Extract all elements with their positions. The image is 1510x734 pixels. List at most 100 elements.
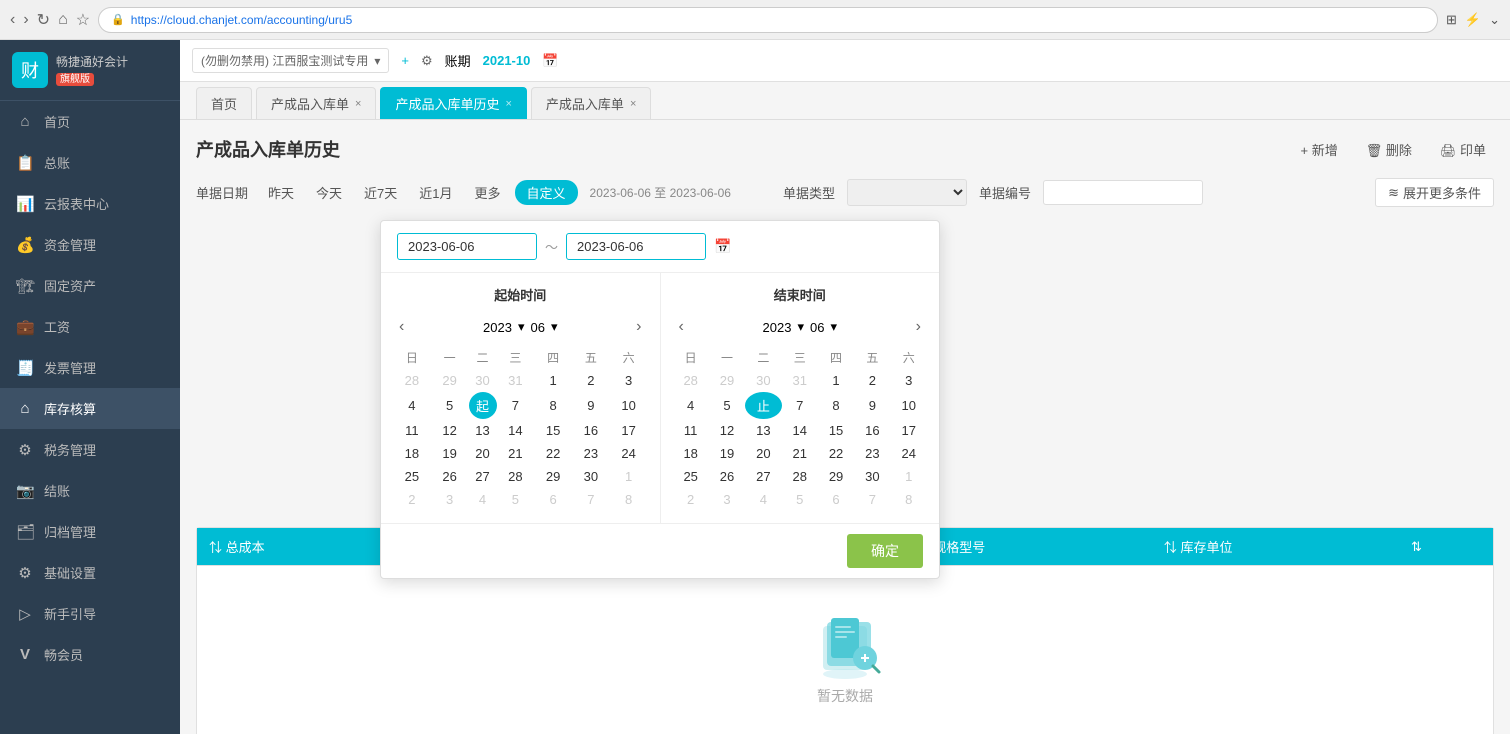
end-next-btn[interactable]: ›	[910, 316, 927, 338]
print-button[interactable]: 🖨 印单	[1432, 136, 1494, 163]
yesterday-btn[interactable]: 昨天	[260, 180, 302, 205]
calendar-icon[interactable]: 📅	[542, 53, 558, 69]
calendar-cell[interactable]: 2	[673, 488, 709, 511]
star-button[interactable]: ☆	[76, 10, 90, 30]
calendar-cell[interactable]: 23	[572, 442, 610, 465]
calendar-cell[interactable]: 29	[709, 369, 745, 392]
calendar-cell[interactable]: 21	[497, 442, 535, 465]
calendar-cell[interactable]: 8	[610, 488, 648, 511]
calendar-cell[interactable]: 6	[818, 488, 854, 511]
calendar-cell[interactable]: 2	[393, 488, 431, 511]
calendar-cell[interactable]: 12	[431, 419, 469, 442]
calendar-cell[interactable]: 23	[854, 442, 890, 465]
extensions-icon[interactable]: ⊞	[1446, 12, 1457, 28]
sidebar-item-member[interactable]: V 畅会员	[0, 634, 180, 675]
calendar-cell[interactable]: 4	[673, 392, 709, 419]
calendar-cell[interactable]: 28	[497, 465, 535, 488]
calendar-cell[interactable]: 31	[497, 369, 535, 392]
settings-gear-icon[interactable]: ⚙	[421, 53, 433, 69]
calendar-cell[interactable]: 20	[745, 442, 781, 465]
sidebar-item-inventory[interactable]: ⌂ 库存核算	[0, 388, 180, 429]
calendar-cell[interactable]: 28	[673, 369, 709, 392]
today-btn[interactable]: 今天	[308, 180, 350, 205]
tab-inbound1-close[interactable]: ×	[355, 98, 361, 110]
calendar-cell[interactable]: 25	[393, 465, 431, 488]
confirm-button[interactable]: 确定	[847, 534, 923, 568]
calendar-cell[interactable]: 3	[891, 369, 927, 392]
calendar-cell[interactable]: 1	[610, 465, 648, 488]
type-select[interactable]	[847, 179, 967, 206]
sidebar-item-ledger[interactable]: 📋 总账	[0, 142, 180, 183]
calendar-cell[interactable]: 30	[572, 465, 610, 488]
calendar-cell[interactable]: 4	[393, 392, 431, 419]
calendar-cell[interactable]: 27	[469, 465, 497, 488]
custom-btn[interactable]: 自定义	[515, 180, 578, 205]
tab-inbound1[interactable]: 产成品入库单 ×	[256, 87, 376, 119]
calendar-cell[interactable]: 1	[891, 465, 927, 488]
calendar-cell[interactable]: 9	[854, 392, 890, 419]
delete-button[interactable]: 🗑 删除	[1358, 136, 1420, 163]
sidebar-item-guide[interactable]: ▷ 新手引导	[0, 593, 180, 634]
calendar-cell[interactable]: 13	[745, 419, 781, 442]
calendar-cell[interactable]: 11	[393, 419, 431, 442]
col-total-cost[interactable]: ⇅ 总成本	[197, 528, 411, 566]
calendar-cell[interactable]: 10	[891, 392, 927, 419]
calendar-cell[interactable]: 30	[745, 369, 781, 392]
refresh-button[interactable]: ↻	[37, 10, 50, 30]
calendar-cell[interactable]: 22	[534, 442, 572, 465]
calendar-cell[interactable]: 8	[818, 392, 854, 419]
calendar-cell[interactable]: 6	[534, 488, 572, 511]
calendar-cell[interactable]: 5	[431, 392, 469, 419]
start-date-input[interactable]: 2023-06-06	[397, 233, 537, 260]
calendar-cell[interactable]: 18	[673, 442, 709, 465]
calendar-cell[interactable]: 10	[610, 392, 648, 419]
calendar-cell[interactable]: 19	[709, 442, 745, 465]
sidebar-item-tax[interactable]: ⚙ 税务管理	[0, 429, 180, 470]
tab-inbound2-close[interactable]: ×	[630, 98, 636, 110]
calendar-cell[interactable]: 29	[534, 465, 572, 488]
start-next-btn[interactable]: ›	[630, 316, 647, 338]
calendar-cell[interactable]: 20	[469, 442, 497, 465]
calendar-cell[interactable]: 2	[572, 369, 610, 392]
week-btn[interactable]: 近7天	[356, 180, 405, 205]
end-date-input[interactable]: 2023-06-06	[566, 233, 706, 260]
calendar-cell[interactable]: 26	[709, 465, 745, 488]
calendar-cell[interactable]: 27	[745, 465, 781, 488]
calendar-cell[interactable]: 17	[610, 419, 648, 442]
calendar-cell[interactable]: 24	[891, 442, 927, 465]
calendar-cell[interactable]: 1	[534, 369, 572, 392]
sidebar-item-reports[interactable]: 📊 云报表中心	[0, 183, 180, 224]
sidebar-item-close[interactable]: 📷 结账	[0, 470, 180, 511]
calendar-cell[interactable]: 16	[854, 419, 890, 442]
calendar-cell[interactable]: 12	[709, 419, 745, 442]
tab-history-close[interactable]: ×	[505, 98, 511, 110]
calendar-cell[interactable]: 30	[854, 465, 890, 488]
home-button[interactable]: ⌂	[58, 11, 68, 29]
tab-inbound2[interactable]: 产成品入库单 ×	[531, 87, 651, 119]
sidebar-item-home[interactable]: ⌂ 首页	[0, 101, 180, 142]
calendar-cell[interactable]: 16	[572, 419, 610, 442]
calendar-cell[interactable]: 3	[610, 369, 648, 392]
sidebar-item-funds[interactable]: 💰 资金管理	[0, 224, 180, 265]
calendar-cell[interactable]: 29	[818, 465, 854, 488]
calendar-cell[interactable]: 24	[610, 442, 648, 465]
url-bar[interactable]: 🔒 https://cloud.chanjet.com/accounting/u…	[98, 7, 1438, 33]
calendar-picker-icon[interactable]: 📅	[714, 238, 731, 255]
number-input[interactable]	[1043, 180, 1203, 205]
calendar-cell[interactable]: 7	[782, 392, 818, 419]
calendar-cell[interactable]: 28	[393, 369, 431, 392]
start-prev-btn[interactable]: ‹	[393, 316, 410, 338]
calendar-cell[interactable]: 11	[673, 419, 709, 442]
calendar-cell[interactable]: 28	[782, 465, 818, 488]
calendar-cell[interactable]: 8	[891, 488, 927, 511]
col-extra[interactable]: ⇅	[1399, 528, 1494, 566]
end-prev-btn[interactable]: ‹	[673, 316, 690, 338]
calendar-cell[interactable]: 9	[572, 392, 610, 419]
calendar-cell[interactable]: 26	[431, 465, 469, 488]
calendar-cell[interactable]: 30	[469, 369, 497, 392]
calendar-cell[interactable]: 8	[534, 392, 572, 419]
calendar-cell[interactable]: 13	[469, 419, 497, 442]
expand-conditions-button[interactable]: ≋ 展开更多条件	[1375, 178, 1494, 207]
back-button[interactable]: ‹	[10, 11, 15, 29]
calendar-cell[interactable]: 4	[469, 488, 497, 511]
